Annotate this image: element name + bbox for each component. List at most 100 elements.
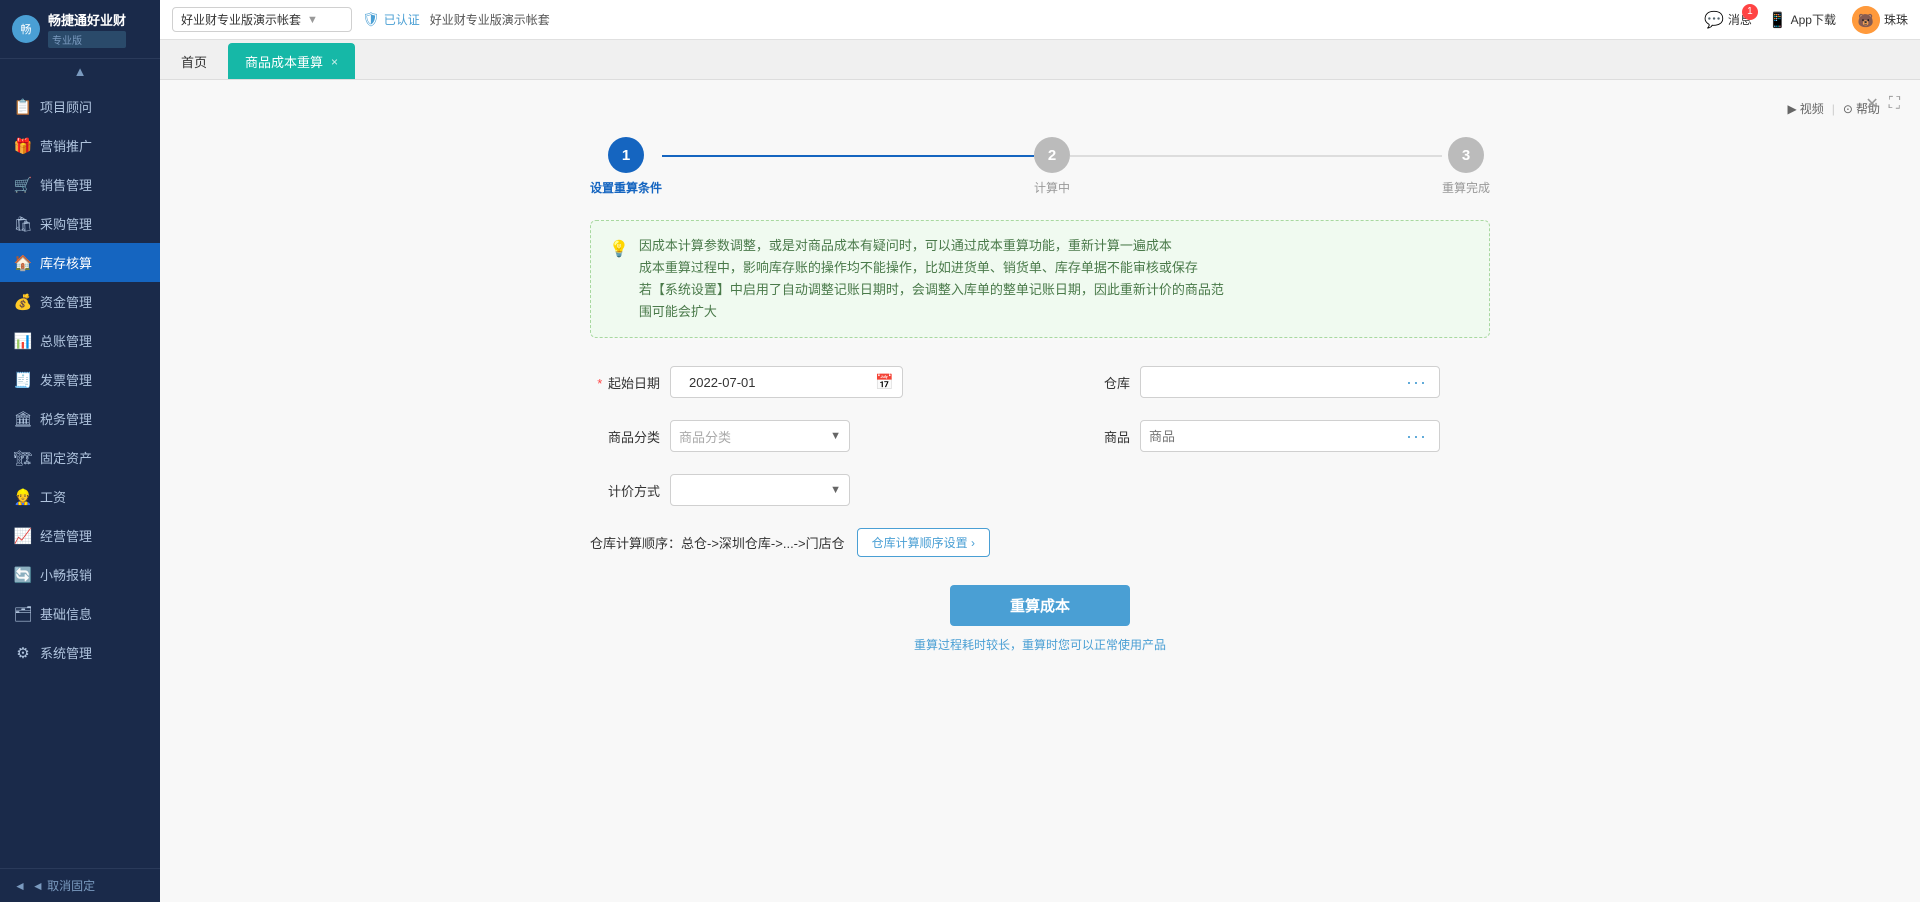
step-2: 2 计算中	[1034, 137, 1070, 196]
user-name: 珠珠	[1884, 11, 1908, 28]
sidebar-header: 畅 畅捷通好业财 专业版	[0, 0, 160, 59]
chevron-down-icon: ▼	[307, 14, 318, 26]
form-row-1: * 起始日期 📅 仓库 ···	[590, 366, 1490, 398]
message-icon: 💬	[1704, 10, 1724, 30]
info-line-1: 因成本计算参数调整，或是对商品成本有疑问时，可以通过成本重算功能，重新计算一遍成…	[639, 235, 1224, 257]
step-1-circle: 1	[608, 137, 644, 173]
sidebar-app-title: 畅捷通好业财	[48, 10, 126, 29]
inventory-icon: 🏠	[14, 254, 32, 272]
sidebar-unpin-button[interactable]: ◄ ◄ 取消固定	[0, 868, 160, 902]
sidebar-item-label: 经营管理	[40, 526, 92, 545]
app-download-button[interactable]: 📱 App下载	[1768, 11, 1836, 29]
sidebar-item-marketing[interactable]: 🎁 营销推广	[0, 126, 160, 165]
warehouse-order-row: 仓库计算顺序：总仓->深圳仓库->...->门店仓 仓库计算顺序设置 ›	[590, 528, 1490, 557]
start-date-input[interactable]	[679, 366, 875, 398]
message-button[interactable]: 💬 消息 1	[1704, 10, 1752, 30]
info-icon: 💡	[609, 236, 629, 323]
sidebar-item-invoice[interactable]: 🧾 发票管理	[0, 360, 160, 399]
sidebar-edition: 专业版	[48, 31, 126, 48]
project-icon: 📋	[14, 98, 32, 116]
sidebar-item-basic[interactable]: 🗂 基础信息	[0, 594, 160, 633]
form-area: * 起始日期 📅 仓库 ···	[590, 366, 1490, 653]
warehouse-input[interactable]	[1149, 375, 1402, 390]
help-divider: |	[1832, 102, 1835, 116]
tab-recalc[interactable]: 商品成本重算 ×	[228, 43, 355, 79]
sidebar-item-label: 营销推广	[40, 136, 92, 155]
close-window-button[interactable]: ✕	[1865, 94, 1878, 114]
sidebar-item-assets[interactable]: 🏗 固定资产	[0, 438, 160, 477]
video-label: 视频	[1800, 100, 1824, 117]
recalc-area: 重算成本 重算过程耗时较长，重算时您可以正常使用产品	[590, 585, 1490, 653]
sidebar-item-inventory[interactable]: 🏠 库存核算	[0, 243, 160, 282]
tax-icon: 🏛	[14, 410, 32, 428]
form-row-2: 商品分类 商品分类 ▼ 商品 ···	[590, 420, 1490, 452]
step-3: 3 重算完成	[1442, 137, 1490, 196]
sidebar-scroll-up[interactable]: ▲	[0, 59, 160, 83]
warehouse-dots-button[interactable]: ···	[1402, 373, 1431, 391]
assets-icon: 🏗	[14, 449, 32, 467]
goods-dots-button[interactable]: ···	[1402, 427, 1431, 445]
verified-badge: 🛡 已认证	[362, 11, 420, 28]
tab-home[interactable]: 首页	[164, 43, 224, 79]
sidebar-item-purchase[interactable]: 🛍 采购管理	[0, 204, 160, 243]
operations-icon: 📈	[14, 527, 32, 545]
sidebar-item-label: 销售管理	[40, 175, 92, 194]
sidebar-item-label: 工资	[40, 487, 66, 506]
sidebar-item-project[interactable]: 📋 项目顾问	[0, 87, 160, 126]
category-label: 商品分类	[590, 427, 670, 446]
sidebar: 畅 畅捷通好业财 专业版 ▲ 📋 项目顾问 🎁 营销推广 🛒 销售管理 🛍 采购…	[0, 0, 160, 902]
expense-icon: 🔄	[14, 566, 32, 584]
pricing-select[interactable]: ▼	[670, 474, 850, 506]
sales-icon: 🛒	[14, 176, 32, 194]
steps-container: 1 设置重算条件 2 计算中 3 重算完成	[590, 127, 1490, 196]
sidebar-item-tax[interactable]: 🏛 税务管理	[0, 399, 160, 438]
calendar-icon[interactable]: 📅	[875, 373, 894, 391]
phone-icon: 📱	[1768, 11, 1787, 29]
warehouse-order-label: 仓库计算顺序：总仓->深圳仓库->...->门店仓	[590, 533, 845, 552]
chevron-down-pricing-icon: ▼	[830, 484, 841, 496]
accounting-icon: 📊	[14, 332, 32, 350]
sidebar-item-label: 总账管理	[40, 331, 92, 350]
sidebar-item-operations[interactable]: 📈 经营管理	[0, 516, 160, 555]
step-3-circle: 3	[1448, 137, 1484, 173]
video-help-link[interactable]: ▶ 视频	[1788, 100, 1824, 117]
sidebar-item-label: 项目顾问	[40, 97, 92, 116]
tabs-bar: 首页 商品成本重算 ×	[160, 40, 1920, 80]
chevron-down-category-icon: ▼	[830, 430, 841, 442]
warehouse-input-wrapper[interactable]: ···	[1140, 366, 1440, 398]
form-group-date: * 起始日期 📅	[590, 366, 1020, 398]
expand-window-button[interactable]: ⛶	[1889, 95, 1900, 113]
sidebar-item-finance[interactable]: 💰 资金管理	[0, 282, 160, 321]
sidebar-item-expense[interactable]: 🔄 小畅报销	[0, 555, 160, 594]
sidebar-item-payroll[interactable]: 👷 工资	[0, 477, 160, 516]
svg-text:畅: 畅	[21, 22, 32, 36]
recalc-button[interactable]: 重算成本	[950, 585, 1130, 626]
start-date-input-wrapper[interactable]: 📅	[670, 366, 903, 398]
sidebar-item-label: 基础信息	[40, 604, 92, 623]
topbar-right: 💬 消息 1 📱 App下载 🐻 珠珠	[1704, 6, 1908, 34]
sidebar-item-sales[interactable]: 🛒 销售管理	[0, 165, 160, 204]
info-text: 因成本计算参数调整，或是对商品成本有疑问时，可以通过成本重算功能，重新计算一遍成…	[639, 235, 1224, 323]
form-group-goods: 商品 ···	[1060, 420, 1490, 452]
account-selector[interactable]: 好业财专业版演示帐套 ▼	[172, 7, 352, 32]
info-line-2: 成本重算过程中，影响库存账的操作均不能操作，比如进货单、销货单、库存单据不能审核…	[639, 257, 1224, 279]
category-select[interactable]: 商品分类 ▼	[670, 420, 850, 452]
main-area: 好业财专业版演示帐套 ▼ 🛡 已认证 好业财专业版演示帐套 💬 消息 1 📱 A…	[160, 0, 1920, 902]
sidebar-item-system[interactable]: ⚙ 系统管理	[0, 633, 160, 672]
goods-input-wrapper[interactable]: ···	[1140, 420, 1440, 452]
step-1-number: 1	[622, 147, 630, 164]
sidebar-logo: 畅	[12, 15, 40, 43]
form-group-warehouse: 仓库 ···	[1060, 366, 1490, 398]
user-menu[interactable]: 🐻 珠珠	[1852, 6, 1908, 34]
warehouse-order-settings-button[interactable]: 仓库计算顺序设置 ›	[857, 528, 990, 557]
info-line-3: 若【系统设置】中启用了自动调整记账日期时，会调整入库单的整单记账日期，因此重新计…	[639, 279, 1224, 301]
tab-close-icon[interactable]: ×	[331, 55, 338, 69]
account-selector-text: 好业财专业版演示帐套	[181, 11, 301, 28]
info-line-4: 围可能会扩大	[639, 301, 1224, 323]
recalc-hint: 重算过程耗时较长，重算时您可以正常使用产品	[590, 636, 1490, 653]
window-controls: ✕ ⛶	[1865, 94, 1900, 114]
sidebar-item-label: 资金管理	[40, 292, 92, 311]
help-links: ▶ 视频 | ⊙ 帮助	[200, 100, 1880, 117]
sidebar-item-accounting[interactable]: 📊 总账管理	[0, 321, 160, 360]
goods-input[interactable]	[1149, 429, 1402, 444]
